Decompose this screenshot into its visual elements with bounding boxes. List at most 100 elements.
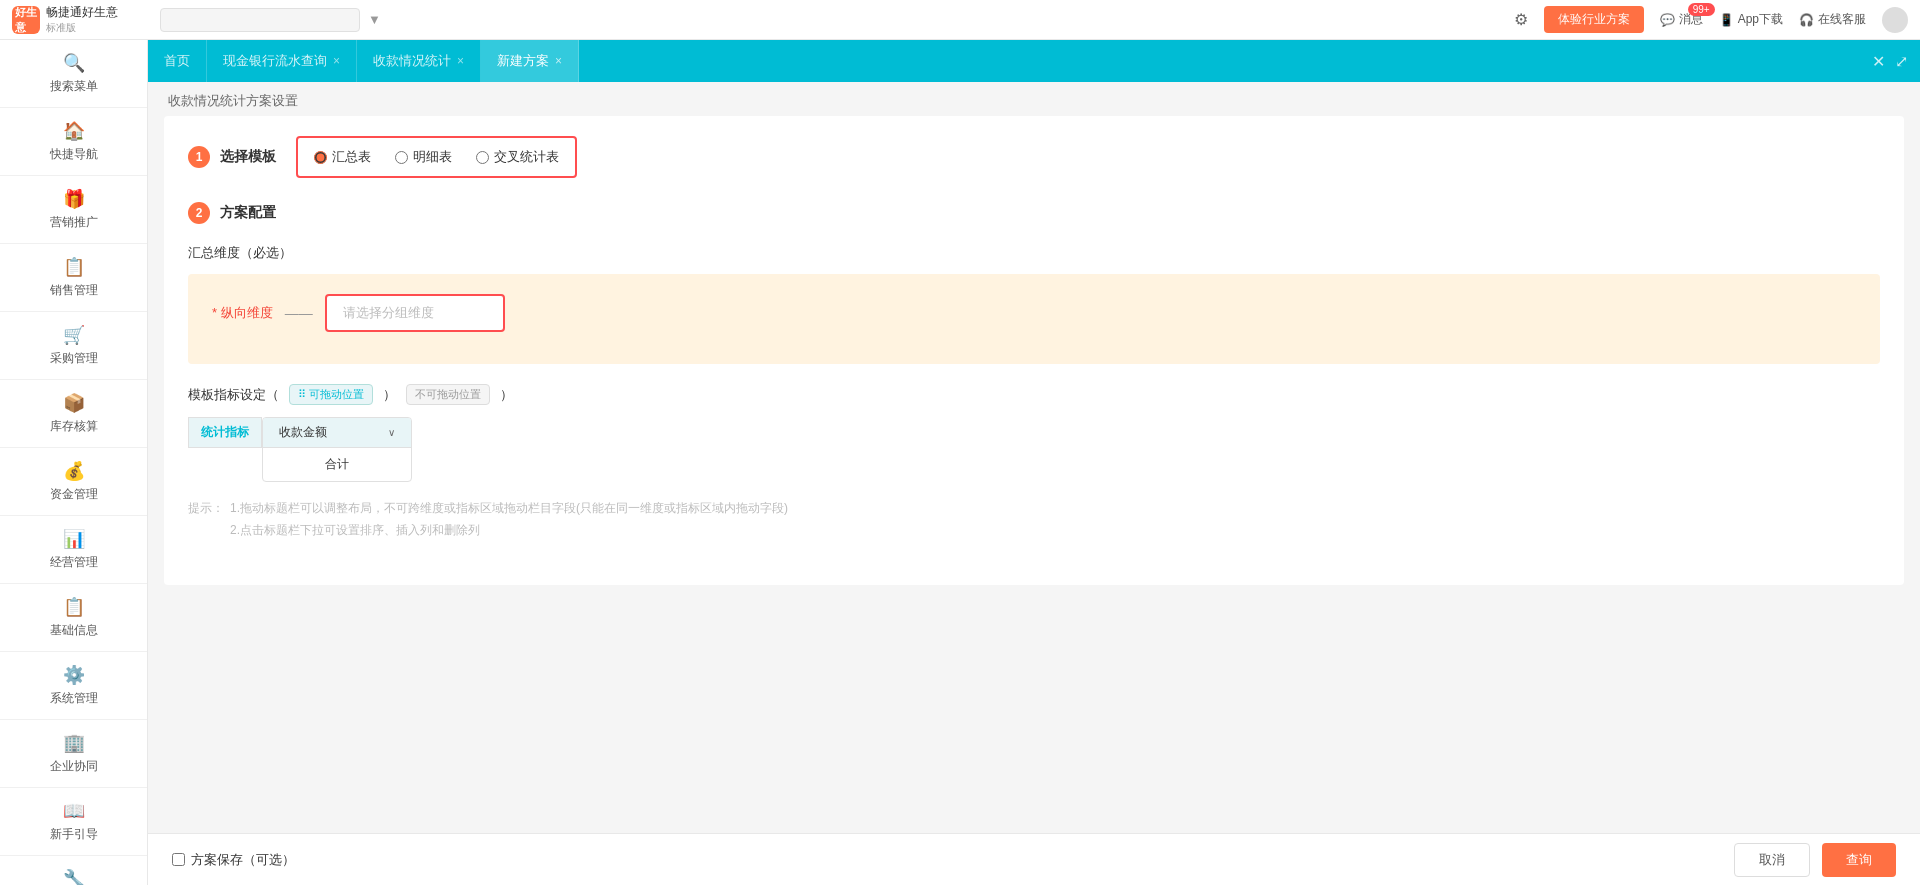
hint-row-1: 提示： 1.拖动标题栏可以调整布局，不可跨维度或指标区域拖动栏目字段(只能在同一… <box>188 498 1880 520</box>
sidebar-item-search[interactable]: 🔍 搜索菜单 <box>0 40 147 108</box>
sidebar-label-basic: 基础信息 <box>50 622 98 639</box>
radio-cross[interactable]: 交叉统计表 <box>476 148 559 166</box>
step1-section: 1 选择模板 汇总表 明细表 <box>188 136 1880 178</box>
basic-icon: 📋 <box>63 596 85 618</box>
sidebar-item-finance[interactable]: 💰 资金管理 <box>0 448 147 516</box>
operation-icon: 📊 <box>63 528 85 550</box>
chevron-down-icon[interactable]: ∨ <box>388 427 395 438</box>
top-header: 好生意 畅捷通好生意 标准版 ▼ ⚙ 体验行业方案 💬 消息 99+ 📱 App… <box>0 0 1920 40</box>
sidebar-item-purchase[interactable]: 🛒 采购管理 <box>0 312 147 380</box>
radio-cross-input[interactable] <box>476 151 489 164</box>
message-badge: 99+ <box>1688 3 1715 16</box>
sidebar-label-collab: 企业协同 <box>50 758 98 775</box>
tab-newplan[interactable]: 新建方案 × <box>481 40 579 82</box>
trial-button[interactable]: 体验行业方案 <box>1544 6 1644 33</box>
tab-bar-actions: ✕ ⤢ <box>1860 40 1920 82</box>
cancel-button[interactable]: 取消 <box>1734 843 1810 877</box>
indicator-title-suffix: ） <box>500 386 513 404</box>
search-input[interactable] <box>160 8 360 32</box>
step1-num: 1 <box>188 146 210 168</box>
page-title: 收款情况统计方案设置 <box>148 82 1920 116</box>
step1-title: 选择模板 <box>220 148 276 166</box>
sidebar-item-operation[interactable]: 📊 经营管理 <box>0 516 147 584</box>
fixed-label: 不可拖动位置 <box>415 388 481 400</box>
sidebar-label-system: 系统管理 <box>50 690 98 707</box>
query-button[interactable]: 查询 <box>1822 843 1896 877</box>
hint-prefix-1: 提示： <box>188 498 224 520</box>
radio-detail[interactable]: 明细表 <box>395 148 452 166</box>
radio-summary-input[interactable] <box>314 151 327 164</box>
sidebar-label-marketing: 营销推广 <box>50 214 98 231</box>
logo-area: 好生意 畅捷通好生意 标准版 <box>12 4 160 35</box>
gift-icon: 🎁 <box>63 188 85 210</box>
dropdown-icon[interactable]: ▼ <box>368 12 381 27</box>
form-card: 1 选择模板 汇总表 明细表 <box>164 116 1904 585</box>
sidebar-item-hardware[interactable]: 🔧 智能硬件 <box>0 856 147 885</box>
tab-cashflow-close[interactable]: × <box>333 54 340 68</box>
tab-collection-close[interactable]: × <box>457 54 464 68</box>
download-item[interactable]: 📱 App下载 <box>1719 11 1783 28</box>
tab-collection[interactable]: 收款情况统计 × <box>357 40 481 82</box>
system-icon: ⚙️ <box>63 664 85 686</box>
radio-detail-label: 明细表 <box>413 148 452 166</box>
hint-text-1: 1.拖动标题栏可以调整布局，不可跨维度或指标区域拖动栏目字段(只能在同一维度或指… <box>230 498 788 520</box>
step1-header: 1 选择模板 汇总表 明细表 <box>188 136 1880 178</box>
radio-detail-input[interactable] <box>395 151 408 164</box>
indicator-label-col: 统计指标 <box>188 417 262 482</box>
save-label: 方案保存（可选） <box>191 851 295 869</box>
tab-home[interactable]: 首页 <box>148 40 207 82</box>
close-all-icon[interactable]: ✕ <box>1872 52 1885 71</box>
step2-title: 方案配置 <box>220 204 276 222</box>
indicator-config: 模板指标设定（ ⠿ 可拖动位置 ） 不可拖动位置 ） <box>188 384 1880 541</box>
sidebar-item-marketing[interactable]: 🎁 营销推广 <box>0 176 147 244</box>
sidebar-item-collab[interactable]: 🏢 企业协同 <box>0 720 147 788</box>
save-checkbox[interactable] <box>172 853 185 866</box>
sidebar-item-basic[interactable]: 📋 基础信息 <box>0 584 147 652</box>
draggable-dot: ⠿ <box>298 388 306 401</box>
sidebar-item-quicknav[interactable]: 🏠 快捷导航 <box>0 108 147 176</box>
template-options: 汇总表 明细表 交叉统计表 <box>296 136 577 178</box>
indicator-header[interactable]: 收款金额 ∨ <box>263 418 411 448</box>
message-item[interactable]: 💬 消息 99+ <box>1660 11 1703 28</box>
indicator-section-title: 模板指标设定（ <box>188 386 279 404</box>
dimension-area: * 纵向维度 —— 请选择分组维度 <box>188 274 1880 364</box>
service-icon: 🎧 <box>1799 13 1814 27</box>
sidebar-item-system[interactable]: ⚙️ 系统管理 <box>0 652 147 720</box>
indicator-row: 合计 <box>325 457 349 471</box>
home-icon: 🏠 <box>63 120 85 142</box>
tab-newplan-close[interactable]: × <box>555 54 562 68</box>
indicator-body: 合计 <box>263 448 411 481</box>
step2-header: 2 方案配置 <box>188 202 1880 224</box>
tab-cashflow[interactable]: 现金银行流水查询 × <box>207 40 357 82</box>
user-avatar[interactable] <box>1882 7 1908 33</box>
dim-select-box[interactable]: 请选择分组维度 <box>325 294 505 332</box>
indicator-title-row: 模板指标设定（ ⠿ 可拖动位置 ） 不可拖动位置 ） <box>188 384 1880 405</box>
expand-icon[interactable]: ⤢ <box>1895 52 1908 71</box>
sidebar-label-sales: 销售管理 <box>50 282 98 299</box>
bottom-actions: 取消 查询 <box>1734 843 1896 877</box>
radio-summary-label: 汇总表 <box>332 148 371 166</box>
sidebar-label-purchase: 采购管理 <box>50 350 98 367</box>
sales-icon: 📋 <box>63 256 85 278</box>
sidebar-item-inventory[interactable]: 📦 库存核算 <box>0 380 147 448</box>
settings-icon[interactable]: ⚙ <box>1514 10 1528 29</box>
sidebar-label-inventory: 库存核算 <box>50 418 98 435</box>
save-option[interactable]: 方案保存（可选） <box>172 851 295 869</box>
sidebar-item-guide[interactable]: 📖 新手引导 <box>0 788 147 856</box>
indicator-title-mid: ） <box>383 386 396 404</box>
inventory-icon: 📦 <box>63 392 85 414</box>
service-item[interactable]: 🎧 在线客服 <box>1799 11 1866 28</box>
step2-section: 2 方案配置 汇总维度（必选） * 纵向维度 —— <box>188 202 1880 541</box>
hardware-icon: 🔧 <box>63 868 85 885</box>
dimension-row: * 纵向维度 —— 请选择分组维度 <box>212 294 1856 332</box>
radio-summary[interactable]: 汇总表 <box>314 148 371 166</box>
service-label: 在线客服 <box>1818 11 1866 28</box>
tag-fixed: 不可拖动位置 <box>406 384 490 405</box>
bottom-bar: 方案保存（可选） 取消 查询 <box>148 833 1920 885</box>
sidebar-item-sales[interactable]: 📋 销售管理 <box>0 244 147 312</box>
tab-newplan-label: 新建方案 <box>497 52 549 70</box>
indicator-table: 收款金额 ∨ 合计 <box>262 417 412 482</box>
logo-badge: 标准版 <box>46 21 118 35</box>
sidebar: 🔍 搜索菜单 🏠 快捷导航 🎁 营销推广 📋 销售管理 🛒 采购管理 📦 库存核… <box>0 40 148 885</box>
main-layout: 🔍 搜索菜单 🏠 快捷导航 🎁 营销推广 📋 销售管理 🛒 采购管理 📦 库存核… <box>0 40 1920 885</box>
